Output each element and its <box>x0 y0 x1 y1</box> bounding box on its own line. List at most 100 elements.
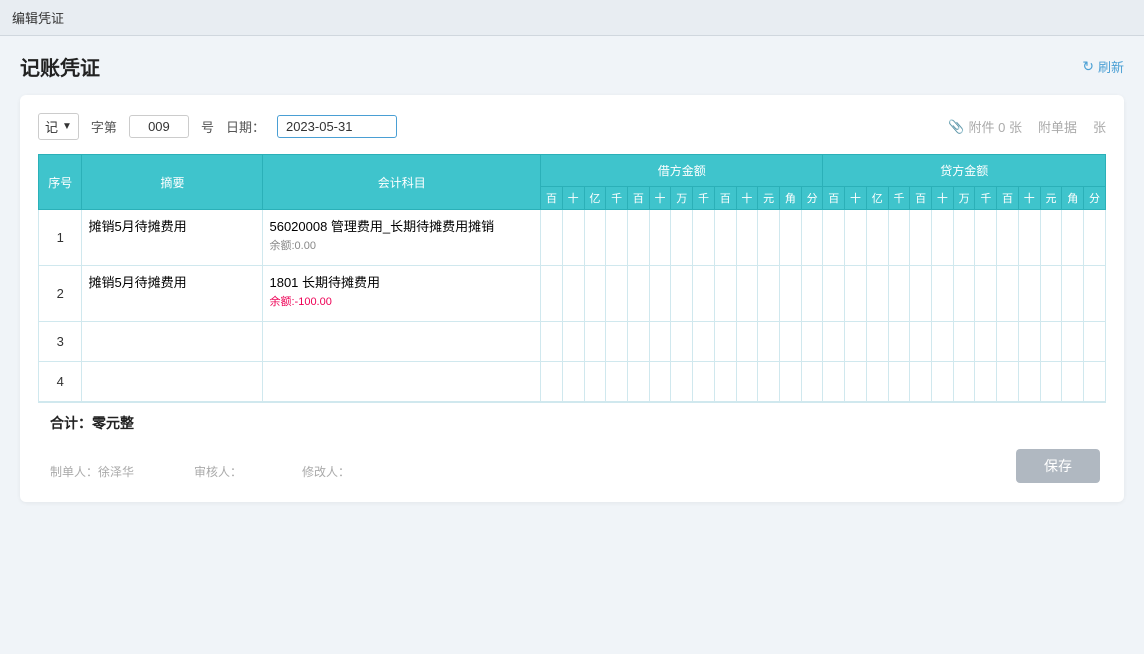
credit-digit-r4-c3[interactable] <box>866 362 888 402</box>
credit-digit-r2-c9[interactable] <box>997 266 1019 322</box>
credit-digit-r4-c1[interactable] <box>823 362 845 402</box>
credit-digit-r2-c10[interactable] <box>1018 266 1040 322</box>
credit-digit-r4-c9[interactable] <box>997 362 1019 402</box>
row-summary-1[interactable]: 摊销5月待摊费用 <box>82 210 263 266</box>
credit-digit-r1-c8[interactable] <box>975 210 997 266</box>
credit-digit-r3-c1[interactable] <box>823 322 845 362</box>
debit-digit-r3-c13[interactable] <box>801 322 823 362</box>
credit-digit-r2-c6[interactable] <box>932 266 954 322</box>
credit-digit-r2-c5[interactable] <box>910 266 932 322</box>
debit-digit-r3-c3[interactable] <box>584 322 606 362</box>
debit-digit-r4-c2[interactable] <box>562 362 584 402</box>
debit-digit-r4-c1[interactable] <box>541 362 563 402</box>
credit-digit-r2-c2[interactable] <box>845 266 867 322</box>
debit-digit-r2-c9[interactable] <box>714 266 736 322</box>
credit-digit-r3-c5[interactable] <box>910 322 932 362</box>
debit-digit-r4-c11[interactable] <box>758 362 780 402</box>
debit-digit-r3-c12[interactable] <box>780 322 802 362</box>
credit-digit-r4-c10[interactable] <box>1018 362 1040 402</box>
debit-digit-r4-c12[interactable] <box>780 362 802 402</box>
debit-digit-r2-c5[interactable] <box>627 266 649 322</box>
debit-digit-r1-c6[interactable] <box>649 210 671 266</box>
debit-digit-r1-c4[interactable] <box>606 210 628 266</box>
debit-digit-r4-c4[interactable] <box>606 362 628 402</box>
debit-digit-r3-c10[interactable] <box>736 322 758 362</box>
credit-digit-r1-c13[interactable] <box>1084 210 1106 266</box>
refresh-button[interactable]: ↻ 刷新 <box>1082 57 1124 76</box>
debit-digit-r3-c7[interactable] <box>671 322 693 362</box>
credit-digit-r2-c7[interactable] <box>953 266 975 322</box>
debit-digit-r1-c13[interactable] <box>801 210 823 266</box>
credit-digit-r4-c13[interactable] <box>1084 362 1106 402</box>
credit-digit-r2-c3[interactable] <box>866 266 888 322</box>
credit-digit-r1-c10[interactable] <box>1018 210 1040 266</box>
debit-digit-r1-c7[interactable] <box>671 210 693 266</box>
debit-digit-r4-c5[interactable] <box>627 362 649 402</box>
credit-digit-r3-c11[interactable] <box>1040 322 1062 362</box>
date-input[interactable] <box>277 115 397 138</box>
debit-digit-r4-c9[interactable] <box>714 362 736 402</box>
credit-digit-r3-c7[interactable] <box>953 322 975 362</box>
debit-digit-r2-c10[interactable] <box>736 266 758 322</box>
row-summary-3[interactable] <box>82 322 263 362</box>
credit-digit-r1-c9[interactable] <box>997 210 1019 266</box>
credit-digit-r4-c4[interactable] <box>888 362 910 402</box>
debit-digit-r4-c7[interactable] <box>671 362 693 402</box>
credit-digit-r4-c6[interactable] <box>932 362 954 402</box>
credit-digit-r4-c5[interactable] <box>910 362 932 402</box>
row-summary-4[interactable] <box>82 362 263 402</box>
debit-digit-r3-c4[interactable] <box>606 322 628 362</box>
credit-digit-r2-c13[interactable] <box>1084 266 1106 322</box>
debit-digit-r4-c13[interactable] <box>801 362 823 402</box>
credit-digit-r2-c8[interactable] <box>975 266 997 322</box>
debit-digit-r2-c4[interactable] <box>606 266 628 322</box>
row-account-4[interactable] <box>263 362 541 402</box>
credit-digit-r1-c11[interactable] <box>1040 210 1062 266</box>
credit-digit-r1-c6[interactable] <box>932 210 954 266</box>
credit-digit-r1-c4[interactable] <box>888 210 910 266</box>
debit-digit-r3-c9[interactable] <box>714 322 736 362</box>
ji-select[interactable]: 记 ▼ <box>38 113 79 140</box>
row-account-1[interactable]: 56020008 管理费用_长期待摊费用摊销余额:0.00 <box>263 210 541 266</box>
debit-digit-r1-c5[interactable] <box>627 210 649 266</box>
debit-digit-r2-c1[interactable] <box>541 266 563 322</box>
fj-button[interactable]: 附单据 <box>1038 117 1077 136</box>
debit-digit-r1-c10[interactable] <box>736 210 758 266</box>
credit-digit-r4-c7[interactable] <box>953 362 975 402</box>
debit-digit-r3-c2[interactable] <box>562 322 584 362</box>
debit-digit-r4-c3[interactable] <box>584 362 606 402</box>
debit-digit-r1-c12[interactable] <box>780 210 802 266</box>
debit-digit-r2-c3[interactable] <box>584 266 606 322</box>
credit-digit-r3-c8[interactable] <box>975 322 997 362</box>
debit-digit-r2-c6[interactable] <box>649 266 671 322</box>
credit-digit-r1-c2[interactable] <box>845 210 867 266</box>
debit-digit-r4-c10[interactable] <box>736 362 758 402</box>
debit-digit-r4-c8[interactable] <box>693 362 715 402</box>
credit-digit-r2-c4[interactable] <box>888 266 910 322</box>
credit-digit-r1-c7[interactable] <box>953 210 975 266</box>
credit-digit-r1-c5[interactable] <box>910 210 932 266</box>
debit-digit-r3-c6[interactable] <box>649 322 671 362</box>
debit-digit-r3-c1[interactable] <box>541 322 563 362</box>
debit-digit-r1-c1[interactable] <box>541 210 563 266</box>
debit-digit-r4-c6[interactable] <box>649 362 671 402</box>
debit-digit-r1-c9[interactable] <box>714 210 736 266</box>
credit-digit-r3-c3[interactable] <box>866 322 888 362</box>
credit-digit-r4-c12[interactable] <box>1062 362 1084 402</box>
credit-digit-r3-c9[interactable] <box>997 322 1019 362</box>
credit-digit-r2-c12[interactable] <box>1062 266 1084 322</box>
row-account-3[interactable] <box>263 322 541 362</box>
credit-digit-r4-c8[interactable] <box>975 362 997 402</box>
zi-input[interactable] <box>129 115 189 138</box>
debit-digit-r1-c8[interactable] <box>693 210 715 266</box>
credit-digit-r4-c11[interactable] <box>1040 362 1062 402</box>
row-summary-2[interactable]: 摊销5月待摊费用 <box>82 266 263 322</box>
debit-digit-r2-c8[interactable] <box>693 266 715 322</box>
credit-digit-r1-c1[interactable] <box>823 210 845 266</box>
credit-digit-r2-c11[interactable] <box>1040 266 1062 322</box>
debit-digit-r1-c3[interactable] <box>584 210 606 266</box>
credit-digit-r3-c4[interactable] <box>888 322 910 362</box>
debit-digit-r1-c2[interactable] <box>562 210 584 266</box>
debit-digit-r2-c7[interactable] <box>671 266 693 322</box>
row-account-2[interactable]: 1801 长期待摊费用余额:-100.00 <box>263 266 541 322</box>
